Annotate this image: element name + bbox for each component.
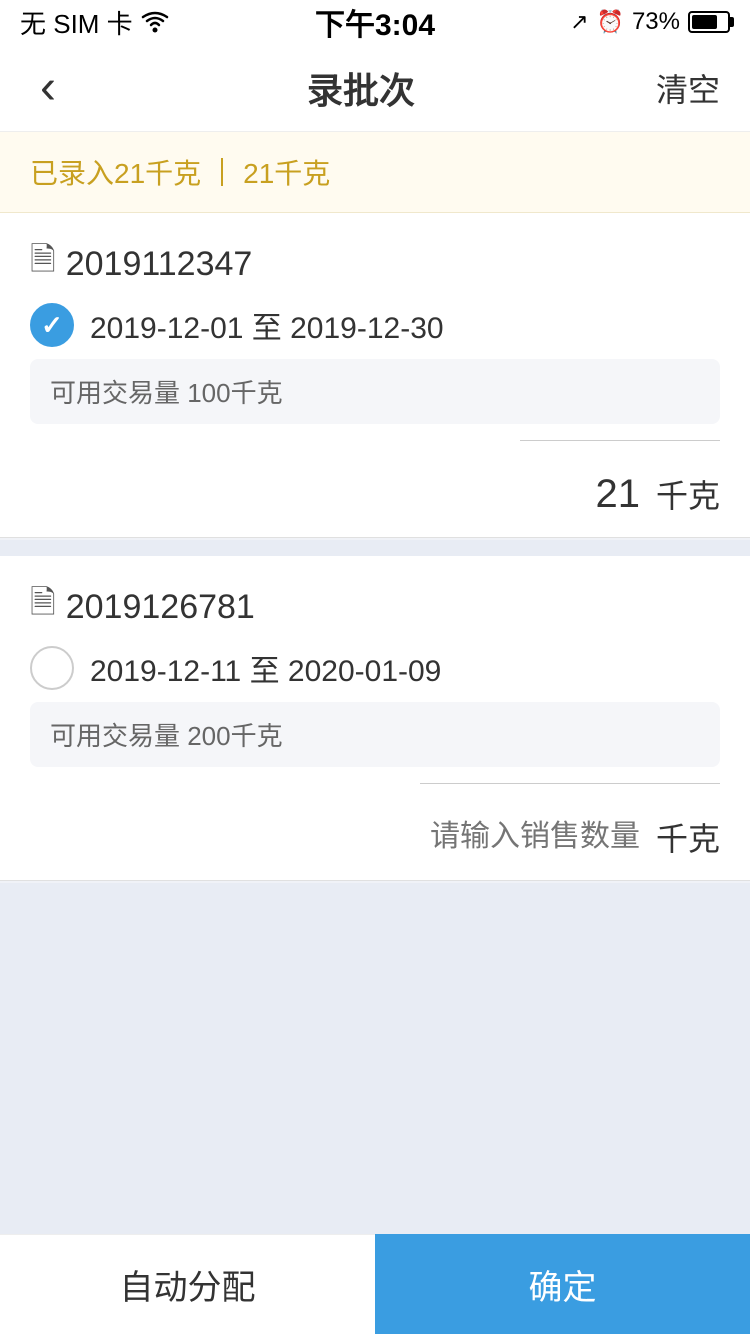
batch-2-header: 🗎 2019126781 [0, 556, 750, 642]
batch-2-quantity-input[interactable] [360, 820, 640, 854]
status-time: 下午3:04 [315, 0, 435, 44]
batch-1-amount-row: 千克 [0, 451, 750, 538]
location-icon: ↗ [570, 9, 588, 35]
carrier-text: 无 SIM 卡 [20, 4, 133, 41]
confirm-button[interactable]: 确定 [375, 1234, 750, 1334]
batch-1-icon: 🗎 [30, 237, 56, 291]
back-button[interactable]: ‹ [30, 50, 66, 125]
batch-1-amount-input[interactable] [480, 472, 640, 517]
batch-1-avail: 可用交易量 100千克 [30, 359, 720, 424]
battery-icon [688, 11, 730, 33]
info-divider [221, 158, 223, 186]
status-bar: 无 SIM 卡 下午3:04 ↗ ⏰ 73% [0, 0, 750, 44]
batch-2-date: 2019-12-11 至 2020-01-09 [90, 646, 441, 690]
status-right: ↗ ⏰ 73% [570, 8, 730, 36]
batch-1-radio[interactable] [30, 303, 74, 347]
info-bar: 已录入21千克 21千克 [0, 132, 750, 213]
status-left: 无 SIM 卡 [20, 4, 169, 41]
recorded-info: 已录入21千克 [30, 152, 201, 192]
bottom-bar: 自动分配 确定 [0, 1234, 750, 1334]
page-title: 录批次 [307, 62, 415, 114]
batch-1-unit: 千克 [656, 471, 720, 517]
wifi-icon [141, 11, 169, 33]
batch-2-radio[interactable] [30, 646, 74, 690]
batch-card-1: 🗎 2019112347 2019-12-01 至 2019-12-30 可用交… [0, 213, 750, 538]
batch-2-unit: 千克 [656, 814, 720, 860]
auto-distribute-button[interactable]: 自动分配 [0, 1234, 375, 1334]
battery-percent: 73% [632, 8, 680, 36]
batch-1-date: 2019-12-01 至 2019-12-30 [90, 303, 444, 347]
batch-1-id: 2019112347 [66, 245, 253, 284]
total-info: 21千克 [243, 152, 330, 192]
batch-1-header: 🗎 2019112347 [0, 213, 750, 299]
batch-2-id: 2019126781 [66, 588, 255, 627]
batch-2-input-row: 千克 [0, 794, 750, 881]
batch-2-icon: 🗎 [30, 580, 56, 634]
batch-card-2: 🗎 2019126781 2019-12-11 至 2020-01-09 可用交… [0, 556, 750, 881]
clear-button[interactable]: 清空 [656, 65, 720, 111]
batch-1-row[interactable]: 2019-12-01 至 2019-12-30 [0, 299, 750, 359]
nav-bar: ‹ 录批次 清空 [0, 44, 750, 132]
alarm-icon: ⏰ [597, 9, 624, 35]
batch-2-avail: 可用交易量 200千克 [30, 702, 720, 767]
batch-2-row[interactable]: 2019-12-11 至 2020-01-09 [0, 642, 750, 702]
separator-1 [0, 540, 750, 556]
